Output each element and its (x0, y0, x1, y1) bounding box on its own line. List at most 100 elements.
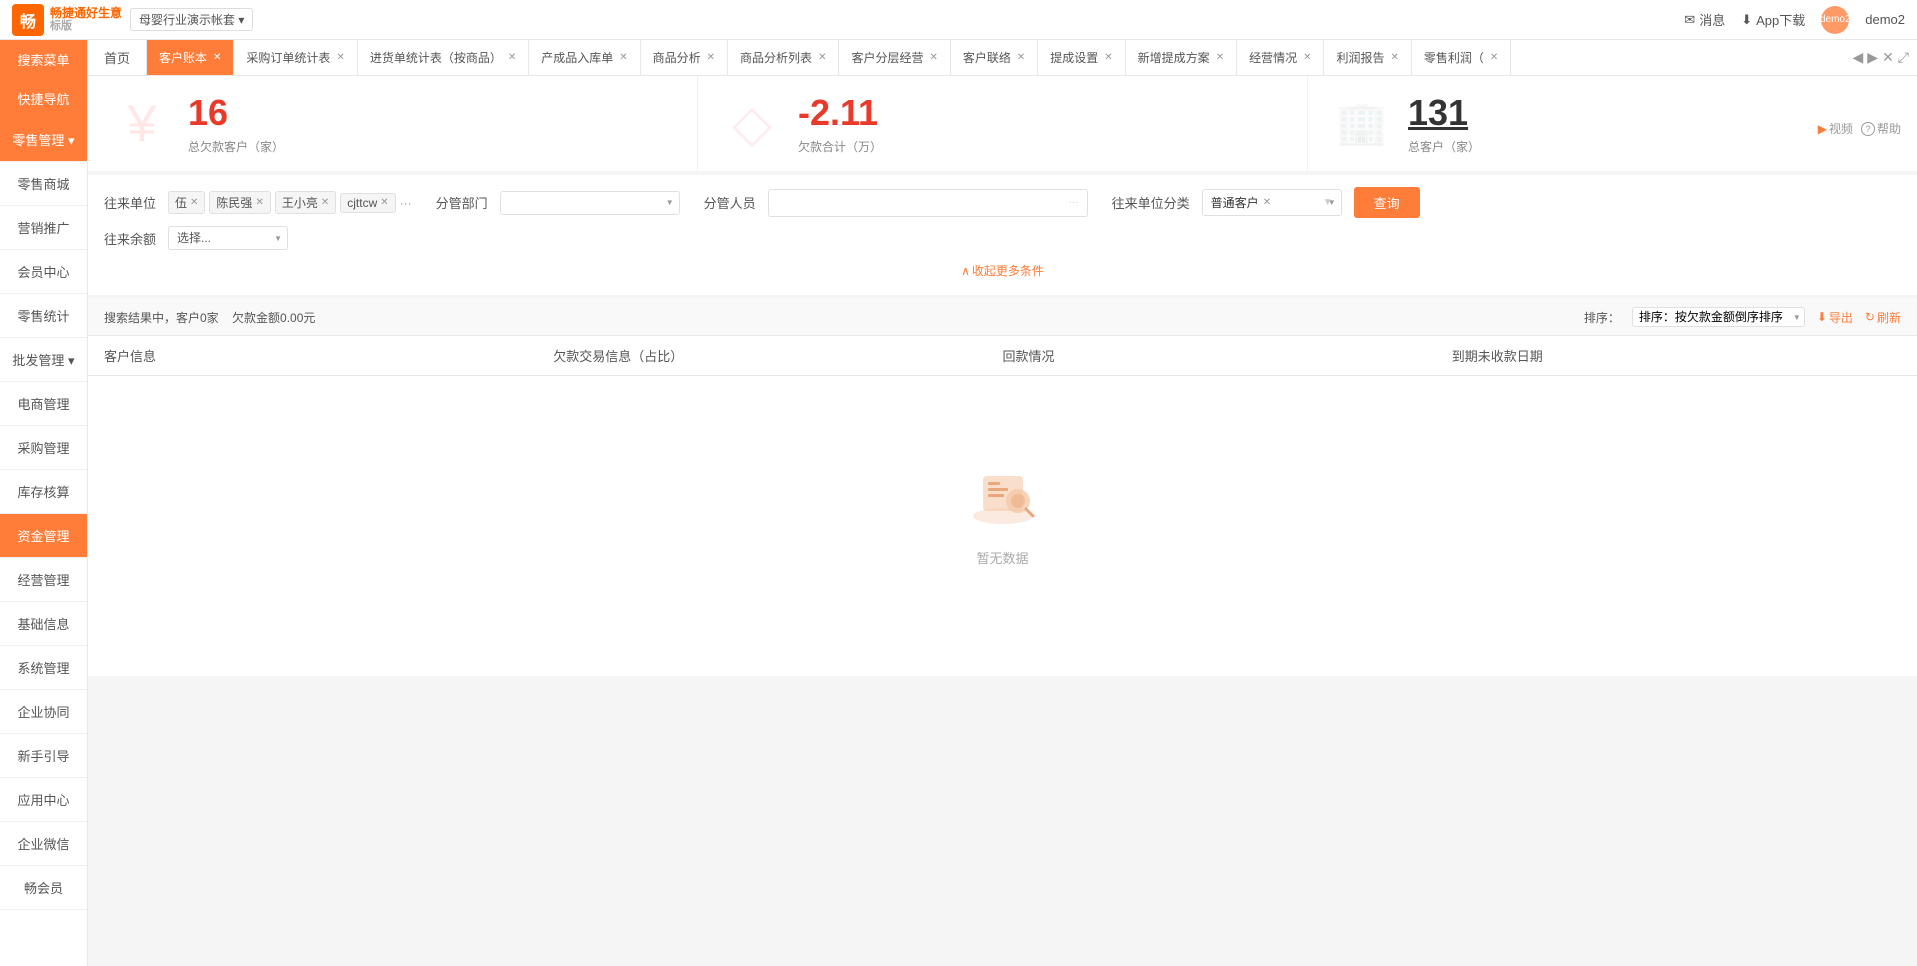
remove-chen-btn[interactable]: ✕ (255, 197, 263, 208)
result-info: 搜索结果中，客户0家 欠款金额0.00元 (104, 309, 315, 326)
tab-close-icon[interactable]: ✕ (619, 52, 627, 63)
help-btn[interactable]: ? 帮助 (1861, 120, 1901, 137)
tab-close-icon[interactable]: ✕ (1303, 52, 1311, 63)
stat-value-debt-customers: 16 (188, 92, 284, 134)
manager-input-wrapper: ··· (768, 189, 1088, 217)
account-dropdown[interactable]: 母婴行业演示帐套 ▾ (130, 8, 253, 31)
remove-wu-btn[interactable]: ✕ (190, 197, 198, 208)
category-dropdown-icon: ▼ (1323, 197, 1333, 208)
tab-commission-settings[interactable]: 提成设置 ✕ (1038, 40, 1125, 76)
tab-inbound-stats[interactable]: 进货单统计表（按商品） ✕ (358, 40, 529, 76)
tab-close-icon[interactable]: ✕ (336, 52, 344, 63)
filter-row-2: 往来余额 选择... (104, 226, 1901, 250)
video-help-btn[interactable]: ▶ 视频 (1818, 120, 1853, 137)
stat-label-total-customers: 总客户（家） (1408, 138, 1480, 155)
empty-state: 暂无数据 (88, 376, 1917, 647)
tab-close-icon[interactable]: ✕ (929, 52, 937, 63)
sidebar-item-basic-info[interactable]: 基础信息 (0, 602, 87, 646)
sidebar-item-inventory[interactable]: 库存核算 (0, 470, 87, 514)
col-due-date: 到期未收款日期 (1452, 346, 1901, 365)
sidebar-item-guide[interactable]: 新手引导 (0, 734, 87, 778)
tab-customer-tier[interactable]: 客户分层经营 ✕ (839, 40, 950, 76)
tab-close-icon[interactable]: ✕ (1391, 52, 1399, 63)
tab-close-icon[interactable]: ✕ (1490, 52, 1498, 63)
dept-select-wrapper (500, 191, 680, 215)
app-download-btn[interactable]: ⬇ App下载 (1741, 10, 1805, 29)
help-icon: ? (1861, 122, 1875, 136)
remove-cjttcw-btn[interactable]: ✕ (380, 197, 388, 208)
tab-customer-contact[interactable]: 客户联络 ✕ (951, 40, 1038, 76)
result-actions: 排序： 排序：按欠款金额倒序排序 ⬇ 导出 ↻ 刷新 (1584, 307, 1901, 327)
logo-area: 畅 畅捷通好生意 标版 (12, 4, 122, 36)
tab-close-icon[interactable]: ✕ (508, 52, 516, 63)
sidebar-item-member[interactable]: 畅会员 (0, 866, 87, 910)
tab-close-icon[interactable]: ✕ (707, 52, 715, 63)
tab-purchase-order[interactable]: 采购订单统计表 ✕ (234, 40, 357, 76)
tab-prev-btn[interactable]: ◀ (1853, 49, 1864, 66)
sidebar-item-operations[interactable]: 经营管理 (0, 558, 87, 602)
balance-label: 往来余额 (104, 229, 156, 248)
message-btn[interactable]: ✉ 消息 (1684, 10, 1725, 29)
sidebar-item-app-center[interactable]: 应用中心 (0, 778, 87, 822)
sidebar-item-retail-mgmt[interactable]: 零售管理 ▾ (0, 118, 87, 162)
table-body: 暂无数据 (88, 376, 1917, 676)
sidebar-item-marketing[interactable]: 营销推广 (0, 206, 87, 250)
sidebar-item-wechat[interactable]: 企业微信 (0, 822, 87, 866)
sort-select[interactable]: 排序：按欠款金额倒序排序 (1632, 307, 1805, 327)
remove-wang-btn[interactable]: ✕ (321, 197, 329, 208)
refresh-icon: ↻ (1865, 310, 1875, 324)
col-customer-info: 客户信息 (104, 346, 553, 365)
tab-close-icon[interactable]: ✕ (818, 52, 826, 63)
sidebar-item-purchasing[interactable]: 采购管理 (0, 426, 87, 470)
tab-close-all-btn[interactable]: ✕ (1882, 49, 1894, 66)
table-wrapper: 客户信息 欠款交易信息（占比） 回款情况 到期未收款日期 (88, 336, 1917, 676)
sidebar-search[interactable]: 搜索菜单 (0, 40, 87, 79)
tab-next-btn[interactable]: ▶ (1867, 49, 1878, 66)
tab-new-commission[interactable]: 新增提成方案 ✕ (1126, 40, 1237, 76)
manager-input[interactable] (777, 196, 1069, 210)
sidebar-item-retail-stats[interactable]: 零售统计 (0, 294, 87, 338)
sidebar-item-wholesale[interactable]: 批发管理 ▾ (0, 338, 87, 382)
category-display[interactable]: 普通客户 ✕ ▼ (1202, 189, 1342, 216)
query-button[interactable]: 查询 (1354, 187, 1420, 218)
stat-icon-building: 🏢 (1332, 94, 1392, 154)
tab-operations[interactable]: 经营情况 ✕ (1237, 40, 1324, 76)
content-area: 首页 客户账本 ✕ 采购订单统计表 ✕ 进货单统计表（按商品） ✕ 产成品入库单… (88, 40, 1917, 966)
stat-label-debt-total: 欠款合计（万） (798, 138, 882, 155)
sidebar-item-ecommerce[interactable]: 电商管理 (0, 382, 87, 426)
tab-product-list[interactable]: 商品分析列表 ✕ (728, 40, 839, 76)
tab-customer-ledger[interactable]: 客户账本 ✕ (147, 40, 234, 76)
sidebar-item-member-center[interactable]: 会员中心 (0, 250, 87, 294)
download-icon: ⬇ (1741, 12, 1752, 28)
message-icon: ✉ (1684, 12, 1695, 28)
refresh-btn[interactable]: ↻ 刷新 (1865, 309, 1901, 326)
export-btn[interactable]: ⬇ 导出 (1817, 309, 1853, 326)
category-remove-btn[interactable]: ✕ (1263, 197, 1271, 208)
stat-debt-customers: ¥ 16 总欠款客户（家） (88, 76, 698, 171)
avatar[interactable]: demo2 (1821, 6, 1849, 34)
collapse-btn[interactable]: ∧ 收起更多条件 (961, 258, 1044, 283)
top-bar-left: 畅 畅捷通好生意 标版 母婴行业演示帐套 ▾ (12, 4, 253, 36)
tab-close-icon[interactable]: ✕ (1216, 52, 1224, 63)
manager-label: 分管人员 (704, 193, 756, 212)
tab-profit-report[interactable]: 利润报告 ✕ (1324, 40, 1411, 76)
tab-retail-profit[interactable]: 零售利润（ ✕ (1412, 40, 1511, 76)
sidebar-item-system[interactable]: 系统管理 (0, 646, 87, 690)
more-tags-btn[interactable]: ··· (400, 196, 412, 210)
balance-select[interactable]: 选择... (168, 226, 288, 250)
tab-home[interactable]: 首页 (88, 40, 147, 76)
filter-tag-chen: 陈民强 ✕ (209, 191, 270, 214)
tab-expand-btn[interactable]: ⤢ (1898, 49, 1909, 66)
export-icon: ⬇ (1817, 310, 1827, 324)
tab-product-inbound[interactable]: 产成品入库单 ✕ (529, 40, 640, 76)
sidebar-item-retail-mall[interactable]: 零售商城 (0, 162, 87, 206)
sidebar-item-enterprise-collab[interactable]: 企业协同 (0, 690, 87, 734)
dept-select[interactable] (500, 191, 680, 215)
sidebar-quick-nav[interactable]: 快捷导航 (0, 79, 87, 118)
tab-close-icon[interactable]: ✕ (213, 52, 221, 63)
sidebar-item-finance[interactable]: 资金管理 (0, 514, 87, 558)
tab-close-icon[interactable]: ✕ (1017, 52, 1025, 63)
video-icon: ▶ (1818, 122, 1827, 136)
tab-close-icon[interactable]: ✕ (1104, 52, 1112, 63)
tab-product-analysis[interactable]: 商品分析 ✕ (641, 40, 728, 76)
